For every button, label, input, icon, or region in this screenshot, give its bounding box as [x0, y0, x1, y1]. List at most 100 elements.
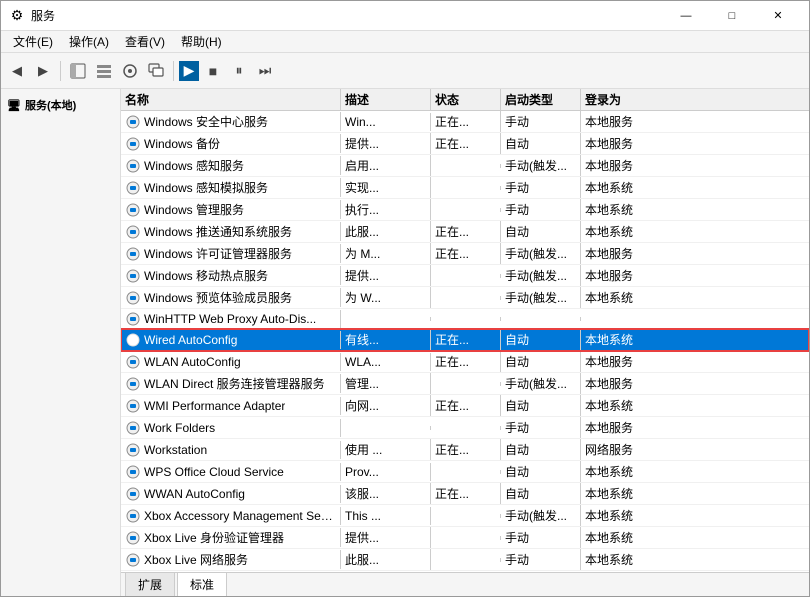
table-row[interactable]: WPS Office Cloud Service Prov... 自动 本地系统: [121, 461, 809, 483]
menu-view[interactable]: 查看(V): [117, 31, 173, 52]
table-row[interactable]: WLAN AutoConfig WLA... 正在... 自动 本地服务: [121, 351, 809, 373]
table-row[interactable]: Xbox Live 身份验证管理器 提供... 手动 本地系统: [121, 527, 809, 549]
toolbar-separator-2: [173, 61, 174, 81]
header-name[interactable]: 名称: [121, 89, 341, 110]
toolbar: ◀ ▶ ▶ ■ ⏸ ⏭: [1, 53, 809, 89]
show-hide-button[interactable]: [66, 59, 90, 83]
back-button[interactable]: ◀: [5, 59, 29, 83]
header-startup[interactable]: 启动类型: [501, 89, 581, 110]
row-startup: 自动: [501, 483, 581, 504]
table-row[interactable]: Windows 备份 提供... 正在... 自动 本地服务: [121, 133, 809, 155]
header-login[interactable]: 登录为: [581, 89, 671, 110]
row-icon: [125, 376, 141, 392]
new-window-button[interactable]: [144, 59, 168, 83]
row-login: 本地系统: [581, 461, 671, 482]
row-desc: Win...: [341, 113, 431, 131]
row-status: 正在...: [431, 395, 501, 416]
row-desc: 执行...: [341, 199, 431, 220]
menu-action[interactable]: 操作(A): [61, 31, 117, 52]
table-header: 名称 描述 状态 启动类型 登录为: [121, 89, 809, 111]
row-icon: [125, 486, 141, 502]
row-status: [431, 296, 501, 300]
table-row[interactable]: Xbox Live 网络服务 此服... 手动 本地系统: [121, 549, 809, 571]
properties-button[interactable]: [118, 59, 142, 83]
table-row[interactable]: Windows 移动热点服务 提供... 手动(触发... 本地服务: [121, 265, 809, 287]
row-status: 正在...: [431, 243, 501, 264]
row-startup: 自动: [501, 329, 581, 350]
row-service-name: Windows 管理服务: [144, 201, 244, 218]
forward-button[interactable]: ▶: [31, 59, 55, 83]
table-row[interactable]: WLAN Direct 服务连接管理器服务 管理... 手动(触发... 本地服…: [121, 373, 809, 395]
content-area: 🖥 服务(本地) 名称 描述 状态 启动类型 登录为 Windows 安全中心服…: [1, 89, 809, 596]
row-icon: [125, 136, 141, 152]
services-panel: 名称 描述 状态 启动类型 登录为 Windows 安全中心服务 Win... …: [121, 89, 809, 596]
row-desc: [341, 426, 431, 430]
row-desc: 为 W...: [341, 287, 431, 308]
tab-extended[interactable]: 扩展: [125, 572, 175, 596]
restart-button[interactable]: ⏭: [253, 59, 277, 83]
row-login: 本地服务: [581, 155, 671, 176]
window-title: 服务: [31, 7, 663, 24]
row-startup: 自动: [501, 133, 581, 154]
maximize-button[interactable]: □: [709, 1, 755, 31]
row-icon: [125, 464, 141, 480]
row-desc: 该服...: [341, 483, 431, 504]
row-service-name: Windows 备份: [144, 135, 220, 152]
row-desc: 有线...: [341, 329, 431, 350]
table-row[interactable]: Work Folders 手动 本地服务: [121, 417, 809, 439]
minimize-button[interactable]: —: [663, 1, 709, 31]
table-row[interactable]: Windows 感知模拟服务 实现... 手动 本地系统: [121, 177, 809, 199]
row-service-name: Windows 预览体验成员服务: [144, 289, 292, 306]
row-status: [431, 208, 501, 212]
table-row[interactable]: WMI Performance Adapter 向网... 正在... 自动 本…: [121, 395, 809, 417]
header-status[interactable]: 状态: [431, 89, 501, 110]
menu-help[interactable]: 帮助(H): [173, 31, 230, 52]
table-row[interactable]: WinHTTP Web Proxy Auto-Dis...: [121, 309, 809, 329]
tab-standard[interactable]: 标准: [177, 572, 227, 596]
row-login: 本地系统: [581, 287, 671, 308]
menu-file[interactable]: 文件(E): [5, 31, 61, 52]
highlight-button[interactable]: ▶: [179, 61, 199, 81]
stop-button[interactable]: ■: [201, 59, 225, 83]
row-login: 本地系统: [581, 505, 671, 526]
table-row[interactable]: Windows 感知服务 启用... 手动(触发... 本地服务: [121, 155, 809, 177]
row-icon: [125, 530, 141, 546]
row-desc: WLA...: [341, 353, 431, 371]
table-row[interactable]: WWAN AutoConfig 该服... 正在... 自动 本地系统: [121, 483, 809, 505]
row-icon: [125, 290, 141, 306]
row-status: [431, 536, 501, 540]
table-row[interactable]: Windows 安全中心服务 Win... 正在... 手动 本地服务: [121, 111, 809, 133]
row-login: 本地系统: [581, 549, 671, 570]
table-row[interactable]: Windows 预览体验成员服务 为 W... 手动(触发... 本地系统: [121, 287, 809, 309]
row-login: 本地系统: [581, 177, 671, 198]
row-startup: 手动: [501, 549, 581, 570]
row-login: 本地系统: [581, 221, 671, 242]
table-row[interactable]: Windows 许可证管理器服务 为 M... 正在... 手动(触发... 本…: [121, 243, 809, 265]
row-status: 正在...: [431, 221, 501, 242]
row-icon: [125, 398, 141, 414]
row-login: 本地服务: [581, 265, 671, 286]
table-row[interactable]: Xbox Accessory Management Service This .…: [121, 505, 809, 527]
close-button[interactable]: ✕: [755, 1, 801, 31]
row-icon: [125, 332, 141, 348]
table-row[interactable]: Windows 管理服务 执行... 手动 本地系统: [121, 199, 809, 221]
row-icon: [125, 158, 141, 174]
row-login: 网络服务: [581, 439, 671, 460]
row-login: 本地服务: [581, 373, 671, 394]
list-view-button[interactable]: [92, 59, 116, 83]
row-service-name: Windows 移动热点服务: [144, 267, 268, 284]
pause-button[interactable]: ⏸: [227, 59, 251, 83]
row-login: 本地系统: [581, 483, 671, 504]
table-row[interactable]: Wired AutoConfig 有线... 正在... 自动 本地系统: [121, 329, 809, 351]
menu-bar: 文件(E) 操作(A) 查看(V) 帮助(H): [1, 31, 809, 53]
row-service-name: WLAN Direct 服务连接管理器服务: [144, 375, 325, 392]
row-login: 本地服务: [581, 133, 671, 154]
table-row[interactable]: Workstation 使用 ... 正在... 自动 网络服务: [121, 439, 809, 461]
header-desc[interactable]: 描述: [341, 89, 431, 110]
row-service-name: Xbox Live 网络服务: [144, 551, 248, 568]
table-row[interactable]: Windows 推送通知系统服务 此服... 正在... 自动 本地系统: [121, 221, 809, 243]
table-body[interactable]: Windows 安全中心服务 Win... 正在... 手动 本地服务 Wind…: [121, 111, 809, 572]
row-status: 正在...: [431, 483, 501, 504]
row-desc: 使用 ...: [341, 439, 431, 460]
row-login: 本地服务: [581, 351, 671, 372]
